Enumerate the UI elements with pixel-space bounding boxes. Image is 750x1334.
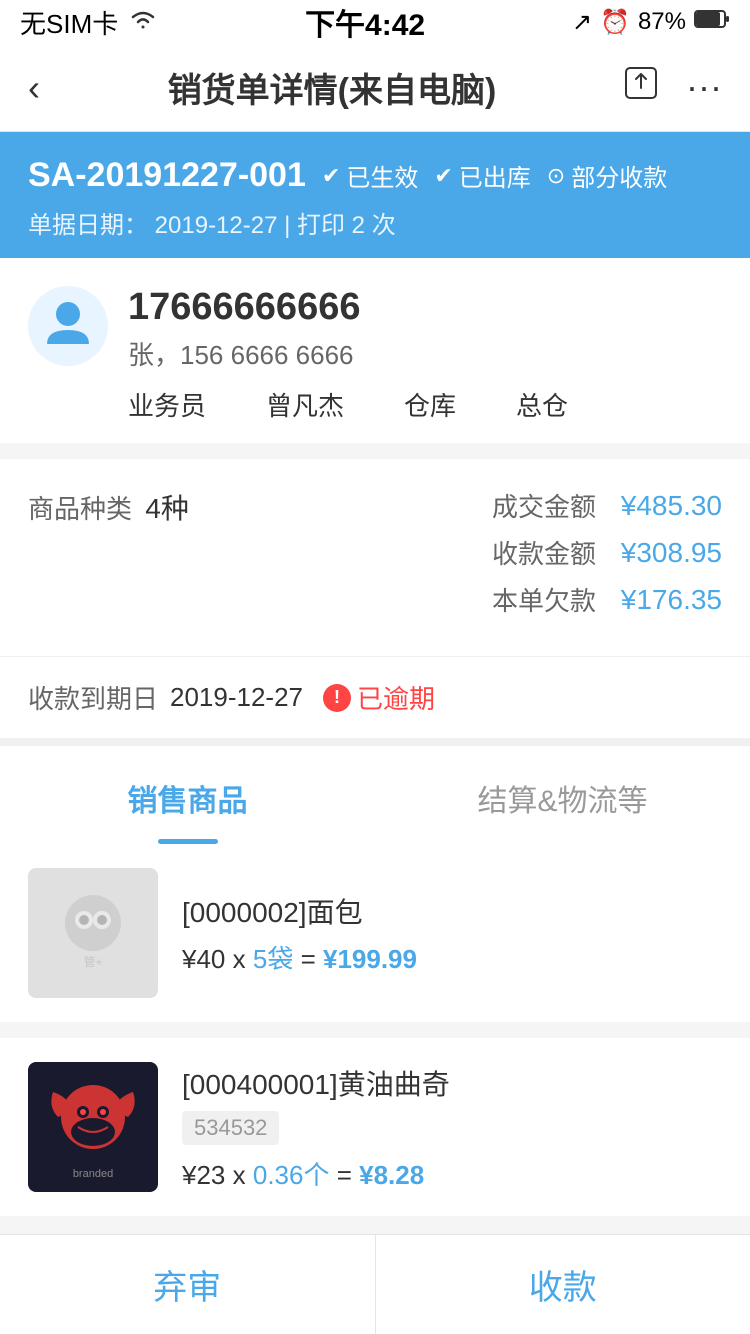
- received-label: 收款金额: [492, 534, 596, 571]
- banner-bottom: 单据日期： 2019-12-27 | 打印 2 次: [28, 205, 722, 240]
- customer-meta: 业务员 曾凡杰 仓库 总仓: [128, 386, 722, 423]
- tab-products-label: 销售商品: [128, 785, 248, 818]
- price-2: ¥23: [182, 1160, 225, 1190]
- nav-actions: ···: [624, 66, 722, 109]
- warehouse-value: 总仓: [516, 386, 568, 423]
- summary-section: 商品种类 4种 成交金额 ¥485.30 收款金额 ¥308.95 本单欠款 ¥…: [0, 459, 750, 656]
- badge-effective: ✔ 已生效: [322, 158, 418, 193]
- debt-label: 本单欠款: [492, 581, 596, 618]
- product-img-ninja: branded: [28, 1062, 158, 1192]
- battery-icon: [694, 8, 730, 36]
- list-item: branded [000400001]黄油曲奇 534532 ¥23 x 0.3…: [0, 1038, 750, 1216]
- overdue-icon: !: [323, 684, 351, 712]
- status-time: 下午4:42: [305, 0, 425, 44]
- location-icon: ↗: [572, 8, 592, 37]
- clock-icon: ⊙: [547, 163, 565, 189]
- price-1: ¥40: [182, 944, 225, 974]
- svg-text:管+: 管+: [83, 954, 102, 969]
- tab-settlement-label: 结算&物流等: [477, 785, 647, 818]
- more-button[interactable]: ···: [686, 66, 722, 109]
- total-2: ¥8.28: [359, 1160, 424, 1190]
- tabs-section: 销售商品 结算&物流等: [0, 738, 750, 844]
- user-icon: [41, 294, 95, 359]
- product-type-label: 商品种类: [28, 494, 132, 524]
- status-right: ↗ ⏰ 87%: [572, 8, 730, 37]
- debt-amount: ¥176.35: [612, 584, 722, 616]
- divider-1: [0, 443, 750, 459]
- due-date-value: 2019-12-27: [170, 682, 303, 713]
- due-label: 收款到期日: [28, 679, 158, 716]
- product-type-value: 4种: [145, 493, 189, 524]
- qty-1: 5袋: [253, 944, 293, 974]
- received-row: 收款金额 ¥308.95: [492, 534, 722, 571]
- tab-products[interactable]: 销售商品: [0, 746, 375, 844]
- avatar: [28, 286, 108, 366]
- summary-right: 成交金额 ¥485.30 收款金额 ¥308.95 本单欠款 ¥176.35: [492, 487, 722, 628]
- status-bar: 无SIM卡 下午4:42 ↗ ⏰ 87%: [0, 0, 750, 44]
- product-list: 管+ [0000002]面包 ¥40 x 5袋 = ¥199.99: [0, 844, 750, 1216]
- product-details-1: [0000002]面包 ¥40 x 5袋 = ¥199.99: [182, 891, 722, 976]
- summary-left: 商品种类 4种: [28, 487, 189, 527]
- salesman-value: 曾凡杰: [266, 386, 344, 423]
- badge-partial-label: 部分收款: [571, 158, 667, 193]
- overdue-text: 已逾期: [357, 679, 435, 716]
- product-tag-2: 534532: [182, 1111, 279, 1145]
- customer-section: 17666666666 张，156 6666 6666 业务员 曾凡杰 仓库 总…: [0, 258, 750, 443]
- badge-effective-label: 已生效: [346, 158, 418, 193]
- due-date-section: 收款到期日 2019-12-27 ! 已逾期: [0, 656, 750, 738]
- page-title: 销货单详情(来自电脑): [168, 63, 497, 112]
- cancel-button[interactable]: 弃审: [0, 1235, 375, 1334]
- warehouse-label: 仓库: [404, 386, 456, 423]
- bottom-bar: 弃审 收款: [0, 1234, 750, 1334]
- transaction-amount: ¥485.30: [612, 490, 722, 522]
- order-date: 2019-12-27: [155, 212, 278, 239]
- transaction-label: 成交金额: [492, 487, 596, 524]
- debt-row: 本单欠款 ¥176.35: [492, 581, 722, 618]
- overdue-badge: ! 已逾期: [323, 679, 435, 716]
- product-price-1: ¥40 x 5袋 = ¥199.99: [182, 939, 722, 976]
- product-details-2: [000400001]黄油曲奇 534532 ¥23 x 0.36个 = ¥8.…: [182, 1063, 722, 1192]
- svg-text:branded: branded: [73, 1168, 113, 1180]
- confirm-button[interactable]: 收款: [375, 1235, 750, 1334]
- product-name-2: [000400001]黄油曲奇: [182, 1063, 722, 1103]
- battery-level: 87%: [638, 8, 686, 36]
- alarm-icon: ⏰: [600, 8, 630, 37]
- print-info: | 打印 2 次: [284, 212, 396, 239]
- product-price-2: ¥23 x 0.36个 = ¥8.28: [182, 1155, 722, 1192]
- total-1: ¥199.99: [323, 944, 417, 974]
- received-amount: ¥308.95: [612, 537, 722, 569]
- list-item: 管+ [0000002]面包 ¥40 x 5袋 = ¥199.99: [0, 844, 750, 1022]
- order-number: SA-20191227-001: [28, 156, 306, 195]
- product-image-1: 管+: [28, 868, 158, 998]
- customer-info: 17666666666 张，156 6666 6666 业务员 曾凡杰 仓库 总…: [128, 286, 722, 423]
- badge-partial-payment: ⊙ 部分收款: [547, 158, 667, 193]
- sim-status: 无SIM卡: [20, 4, 118, 41]
- transaction-row: 成交金额 ¥485.30: [492, 487, 722, 524]
- badge-shipped: ✔ 已出库: [434, 158, 530, 193]
- check-icon-1: ✔: [322, 163, 340, 189]
- date-label: 单据日期：: [28, 212, 148, 239]
- customer-name: 张，156 6666 6666: [128, 335, 722, 372]
- check-icon-2: ✔: [434, 163, 452, 189]
- share-button[interactable]: [624, 66, 658, 109]
- salesman-label: 业务员: [128, 386, 206, 423]
- nav-bar: ‹ 销货单详情(来自电脑) ···: [0, 44, 750, 132]
- wifi-icon: [128, 7, 158, 38]
- badge-shipped-label: 已出库: [459, 158, 531, 193]
- tab-settlement[interactable]: 结算&物流等: [375, 746, 750, 844]
- back-button[interactable]: ‹: [28, 67, 40, 109]
- product-name-1: [0000002]面包: [182, 891, 722, 931]
- status-left: 无SIM卡: [20, 4, 158, 41]
- header-banner: SA-20191227-001 ✔ 已生效 ✔ 已出库 ⊙ 部分收款 单据日期：…: [0, 132, 750, 258]
- product-image-2: branded: [28, 1062, 158, 1192]
- customer-phone: 17666666666: [128, 286, 722, 329]
- banner-top: SA-20191227-001 ✔ 已生效 ✔ 已出库 ⊙ 部分收款: [28, 156, 722, 195]
- qty-2: 0.36个: [253, 1160, 330, 1190]
- product-placeholder-1: 管+: [28, 868, 158, 998]
